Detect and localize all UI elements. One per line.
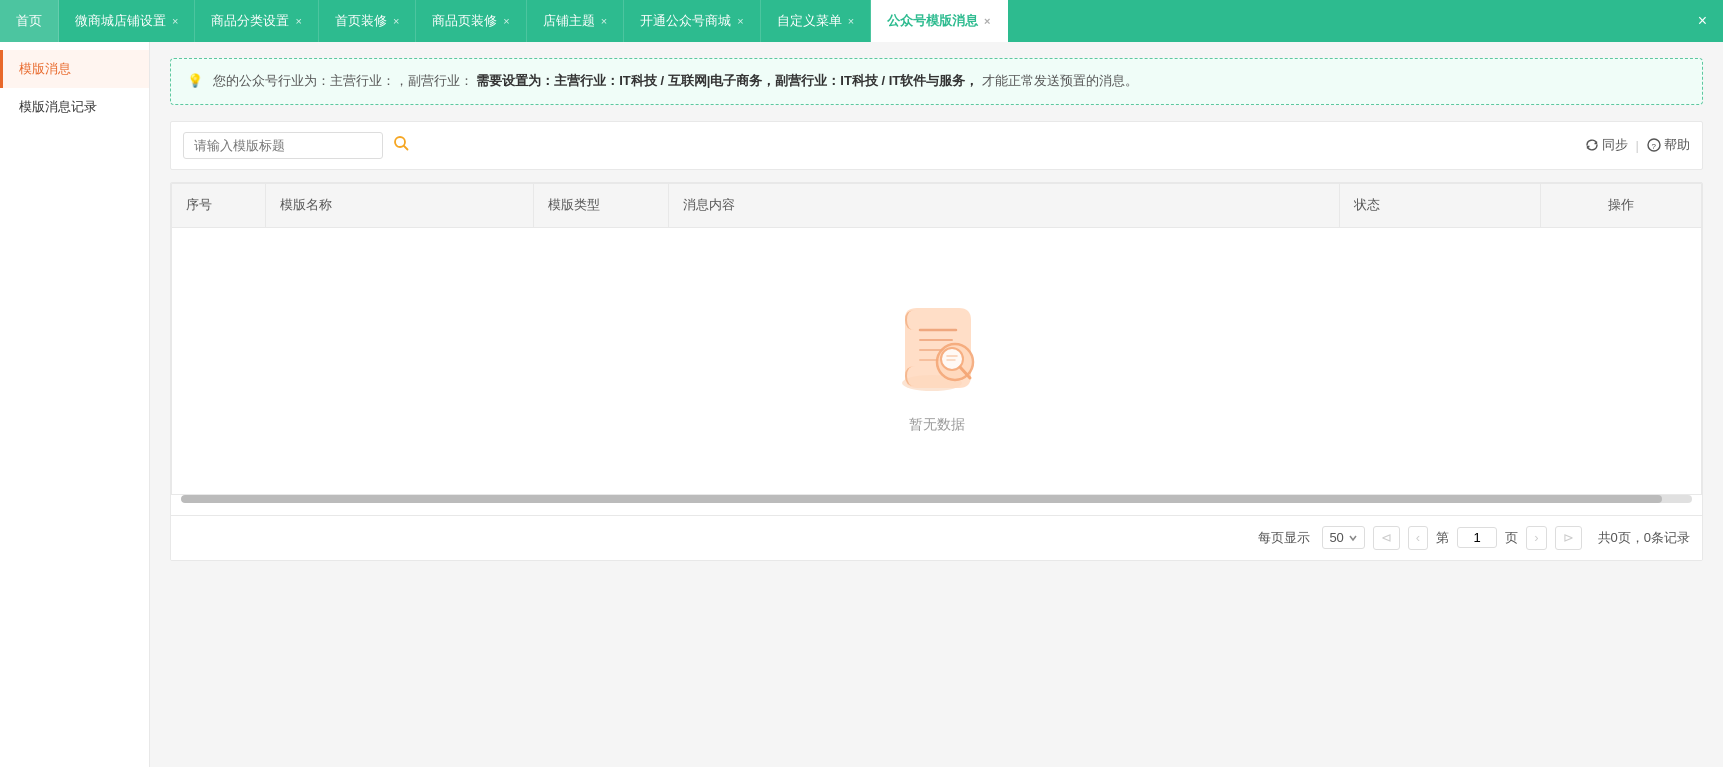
col-header-action: 操作: [1540, 183, 1701, 227]
sync-icon: [1585, 138, 1599, 152]
page-total: 共0页，0条记录: [1598, 529, 1690, 547]
page-size-label: 每页显示: [1258, 529, 1310, 547]
col-header-seq: 序号: [172, 183, 266, 227]
nav-item-shop-settings[interactable]: 微商城店铺设置 ×: [59, 0, 195, 42]
table-body: 暂无数据: [172, 227, 1702, 494]
col-header-type: 模版类型: [534, 183, 668, 227]
sync-button[interactable]: 同步: [1585, 136, 1628, 154]
nav-item-product-category[interactable]: 商品分类设置 ×: [195, 0, 318, 42]
empty-state-row: 暂无数据: [172, 227, 1702, 494]
divider: |: [1636, 138, 1639, 153]
empty-state-cell: 暂无数据: [172, 227, 1702, 494]
close-product-decor-icon[interactable]: ×: [503, 15, 509, 27]
help-icon: ?: [1647, 138, 1661, 152]
alert-highlight-text: 需要设置为：主营行业：IT科技 / 互联网|电子商务，副营行业：IT科技 / I…: [476, 73, 978, 88]
col-header-name: 模版名称: [265, 183, 533, 227]
search-input[interactable]: [183, 132, 383, 159]
search-left: [183, 132, 413, 159]
pagination: 每页显示 50 ⊲ ‹ 第 页 › ⊳ 共0页，0条记录: [171, 515, 1702, 560]
content-area: 💡 您的公众号行业为：主营行业：，副营行业： 需要设置为：主营行业：IT科技 /…: [150, 42, 1723, 767]
alert-suffix-text: 才能正常发送预置的消息。: [982, 73, 1138, 88]
close-shop-settings-icon[interactable]: ×: [172, 15, 178, 27]
close-open-mall-icon[interactable]: ×: [737, 15, 743, 27]
nav-close-all-button[interactable]: ×: [1682, 0, 1723, 42]
table-wrapper: 序号 模版名称 模版类型 消息内容 状态: [170, 182, 1703, 561]
empty-state: 暂无数据: [172, 228, 1701, 494]
sidebar: 模版消息 模版消息记录: [0, 42, 150, 767]
empty-state-icon: [877, 288, 997, 408]
top-navigation: 首页 微商城店铺设置 × 商品分类设置 × 首页装修 × 商品页装修 × 店铺主…: [0, 0, 1723, 42]
help-button[interactable]: ? 帮助: [1647, 136, 1690, 154]
last-page-button[interactable]: ⊳: [1555, 526, 1582, 550]
page-label: 页: [1505, 529, 1518, 547]
col-header-content: 消息内容: [668, 183, 1339, 227]
close-custom-menu-icon[interactable]: ×: [848, 15, 854, 27]
close-template-msg-icon[interactable]: ×: [984, 15, 990, 27]
search-icon: [393, 135, 409, 151]
horizontal-scrollbar[interactable]: [181, 495, 1692, 503]
scroll-thumb[interactable]: [181, 495, 1662, 503]
nav-item-template-msg[interactable]: 公众号模版消息 ×: [871, 0, 1007, 42]
close-shop-theme-icon[interactable]: ×: [601, 15, 607, 27]
sidebar-item-template-msg[interactable]: 模版消息: [0, 50, 149, 88]
alert-box: 💡 您的公众号行业为：主营行业：，副营行业： 需要设置为：主营行业：IT科技 /…: [170, 58, 1703, 105]
alert-prefix-text: 您的公众号行业为：主营行业：，副营行业：: [213, 73, 473, 88]
dropdown-icon: [1348, 533, 1358, 543]
prev-page-button[interactable]: ‹: [1408, 526, 1428, 550]
search-bar: 同步 | ? 帮助: [170, 121, 1703, 170]
table-header-row: 序号 模版名称 模版类型 消息内容 状态: [172, 183, 1702, 227]
nav-item-shop-theme[interactable]: 店铺主题 ×: [527, 0, 624, 42]
page-di-label: 第: [1436, 529, 1449, 547]
sidebar-item-template-msg-record[interactable]: 模版消息记录: [0, 88, 149, 126]
current-page-input[interactable]: [1457, 527, 1497, 548]
nav-item-home-decor[interactable]: 首页装修 ×: [319, 0, 416, 42]
nav-item-product-decor[interactable]: 商品页装修 ×: [416, 0, 526, 42]
first-page-button[interactable]: ⊲: [1373, 526, 1400, 550]
search-right: 同步 | ? 帮助: [1585, 136, 1690, 154]
svg-text:?: ?: [1652, 142, 1657, 151]
search-button[interactable]: [389, 135, 413, 155]
close-product-category-icon[interactable]: ×: [295, 15, 301, 27]
next-page-button[interactable]: ›: [1526, 526, 1546, 550]
main-layout: 模版消息 模版消息记录 💡 您的公众号行业为：主营行业：，副营行业： 需要设置为…: [0, 42, 1723, 767]
nav-item-custom-menu[interactable]: 自定义菜单 ×: [761, 0, 871, 42]
alert-icon: 💡: [187, 73, 203, 88]
close-home-decor-icon[interactable]: ×: [393, 15, 399, 27]
empty-text: 暂无数据: [909, 416, 965, 434]
nav-item-open-mall[interactable]: 开通公众号商城 ×: [624, 0, 760, 42]
nav-item-home[interactable]: 首页: [0, 0, 59, 42]
data-table: 序号 模版名称 模版类型 消息内容 状态: [171, 183, 1702, 495]
page-size-select[interactable]: 50: [1322, 526, 1364, 549]
col-header-status: 状态: [1339, 183, 1540, 227]
svg-line-1: [404, 146, 408, 150]
